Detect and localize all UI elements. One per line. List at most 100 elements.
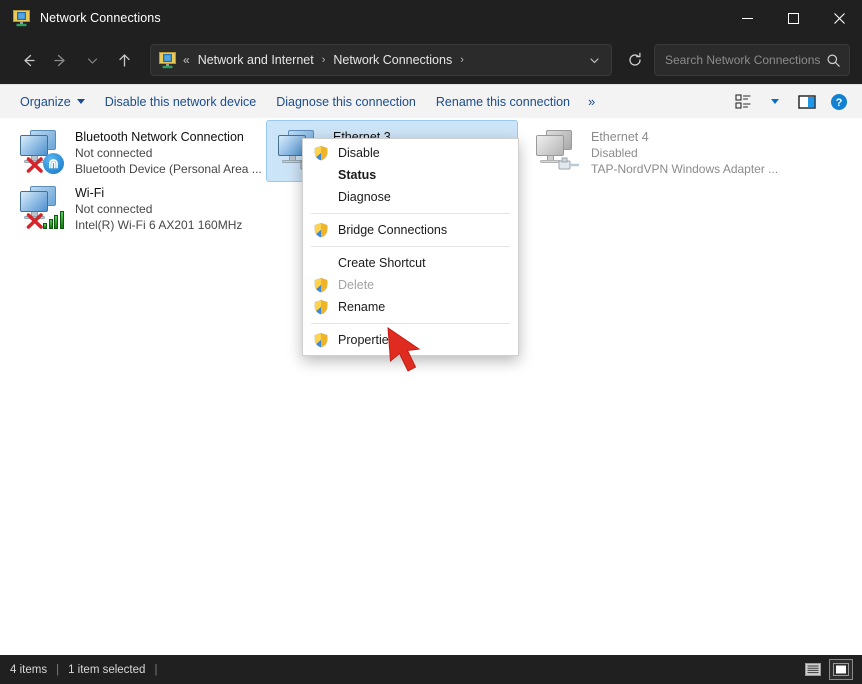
window-controls [724, 0, 862, 36]
connection-item-ethernet-4[interactable]: Ethernet 4 Disabled TAP-NordVPN Windows … [524, 120, 792, 184]
minimize-button[interactable] [724, 0, 770, 36]
path-network-icon [159, 52, 176, 69]
preview-pane-icon[interactable] [792, 89, 822, 115]
back-button[interactable] [12, 44, 44, 76]
connection-item-bluetooth[interactable]: ⋒ Bluetooth Network Connection Not conne… [8, 120, 266, 184]
network-connections-icon [13, 10, 30, 27]
layout-view-icon[interactable] [728, 89, 758, 115]
connection-description: Bluetooth Device (Personal Area ... [75, 161, 257, 177]
refresh-button[interactable] [620, 44, 650, 76]
context-menu: Disable Status Diagnose [302, 138, 519, 356]
connection-name: Ethernet 4 [591, 129, 778, 145]
selection-count-label: 1 item selected [68, 664, 145, 676]
up-button[interactable] [108, 44, 140, 76]
uac-shield-icon [313, 222, 329, 238]
diagnose-connection-button[interactable]: Diagnose this connection [266, 91, 426, 113]
network-adapter-icon [17, 183, 65, 231]
context-menu-label: Create Shortcut [338, 256, 426, 270]
wifi-signal-badge-icon [43, 209, 65, 229]
chevron-down-icon [77, 99, 85, 104]
bluetooth-badge-icon: ⋒ [43, 153, 64, 174]
connection-text: Bluetooth Network Connection Not connect… [75, 127, 257, 177]
context-menu-item-delete: Delete [303, 274, 518, 296]
connection-status: Not connected [75, 145, 257, 161]
red-x-icon [25, 155, 45, 175]
item-count-label: 4 items [10, 664, 47, 676]
organize-label: Organize [20, 95, 71, 109]
address-dropdown-icon[interactable] [583, 47, 605, 73]
network-connections-window: Network Connections [0, 0, 862, 684]
status-divider: | [47, 664, 68, 676]
address-bar: « Network and Internet › Network Connect… [0, 36, 862, 84]
context-menu-item-create-shortcut[interactable]: Create Shortcut [303, 252, 518, 274]
large-icons-view-icon[interactable] [830, 660, 852, 679]
rename-connection-button[interactable]: Rename this connection [426, 91, 580, 113]
network-adapter-icon [533, 127, 581, 175]
window-title: Network Connections [40, 11, 161, 25]
breadcrumb-item-network-connections[interactable]: Network Connections [331, 51, 454, 69]
connection-name: Bluetooth Network Connection [75, 129, 257, 145]
disable-network-device-button[interactable]: Disable this network device [95, 91, 266, 113]
context-menu-separator [311, 246, 510, 247]
connection-status: Disabled [591, 145, 778, 161]
context-menu-label: Disable [338, 146, 380, 160]
svg-text:?: ? [836, 97, 843, 109]
context-menu-item-rename[interactable]: Rename [303, 296, 518, 318]
breadcrumb-bar[interactable]: « Network and Internet › Network Connect… [150, 44, 612, 76]
context-menu-item-properties[interactable]: Properties [303, 329, 518, 351]
connection-item-wifi[interactable]: Wi-Fi Not connected Intel(R) Wi-Fi 6 AX2… [8, 176, 266, 240]
connection-status: Not connected [75, 201, 242, 217]
organize-button[interactable]: Organize [10, 91, 95, 113]
status-bar: 4 items | 1 item selected | [0, 655, 862, 684]
title-bar: Network Connections [0, 0, 862, 36]
details-view-icon[interactable] [802, 660, 824, 679]
forward-button[interactable] [44, 44, 76, 76]
title-bar-left: Network Connections [0, 10, 161, 27]
help-icon[interactable]: ? [824, 89, 854, 115]
recent-locations-button[interactable] [76, 44, 108, 76]
chevron-down-icon [771, 99, 779, 104]
context-menu-item-disable[interactable]: Disable [303, 142, 518, 164]
search-icon [826, 53, 841, 68]
ethernet-plug-badge-icon [557, 154, 581, 173]
search-box[interactable] [654, 44, 850, 76]
context-menu-separator [311, 323, 510, 324]
connection-description: TAP-NordVPN Windows Adapter ... [591, 161, 778, 177]
view-toggle-group [802, 660, 852, 679]
breadcrumb: « Network and Internet › Network Connect… [183, 51, 583, 69]
context-menu-label: Status [338, 168, 376, 182]
context-menu-item-diagnose[interactable]: Diagnose [303, 186, 518, 208]
connection-text: Ethernet 4 Disabled TAP-NordVPN Windows … [591, 127, 778, 177]
breadcrumb-separator-trailing-icon[interactable]: › [454, 54, 470, 66]
command-bar: Organize Disable this network device Dia… [0, 84, 862, 118]
maximize-button[interactable] [770, 0, 816, 36]
context-menu-item-status[interactable]: Status [303, 164, 518, 186]
uac-shield-icon [313, 332, 329, 348]
rename-connection-label: Rename this connection [436, 95, 570, 109]
uac-shield-icon [313, 299, 329, 315]
context-menu-item-bridge-connections[interactable]: Bridge Connections [303, 219, 518, 241]
context-menu-label: Delete [338, 278, 374, 292]
connection-description: Intel(R) Wi-Fi 6 AX201 160MHz [75, 217, 242, 233]
context-menu-label: Diagnose [338, 190, 391, 204]
uac-shield-icon [313, 277, 329, 293]
network-adapter-icon: ⋒ [17, 127, 65, 175]
context-menu-separator [311, 213, 510, 214]
disable-network-device-label: Disable this network device [105, 95, 256, 109]
connections-list: ⋒ Bluetooth Network Connection Not conne… [0, 118, 862, 655]
layout-dropdown-button[interactable] [760, 89, 790, 115]
toolbar-overflow-button[interactable]: » [580, 90, 602, 113]
breadcrumb-separator-icon: › [316, 54, 332, 66]
context-menu-label: Properties [338, 333, 395, 347]
diagnose-connection-label: Diagnose this connection [276, 95, 416, 109]
connection-name: Wi-Fi [75, 185, 242, 201]
status-divider-trailing: | [145, 664, 166, 676]
breadcrumb-overflow-icon[interactable]: « [183, 53, 190, 67]
breadcrumb-item-network-and-internet[interactable]: Network and Internet [196, 51, 316, 69]
close-button[interactable] [816, 0, 862, 36]
search-input[interactable] [665, 53, 826, 67]
context-menu-label: Bridge Connections [338, 223, 447, 237]
uac-shield-icon [313, 145, 329, 161]
command-bar-right: ? [728, 89, 854, 115]
red-x-icon [25, 211, 45, 231]
